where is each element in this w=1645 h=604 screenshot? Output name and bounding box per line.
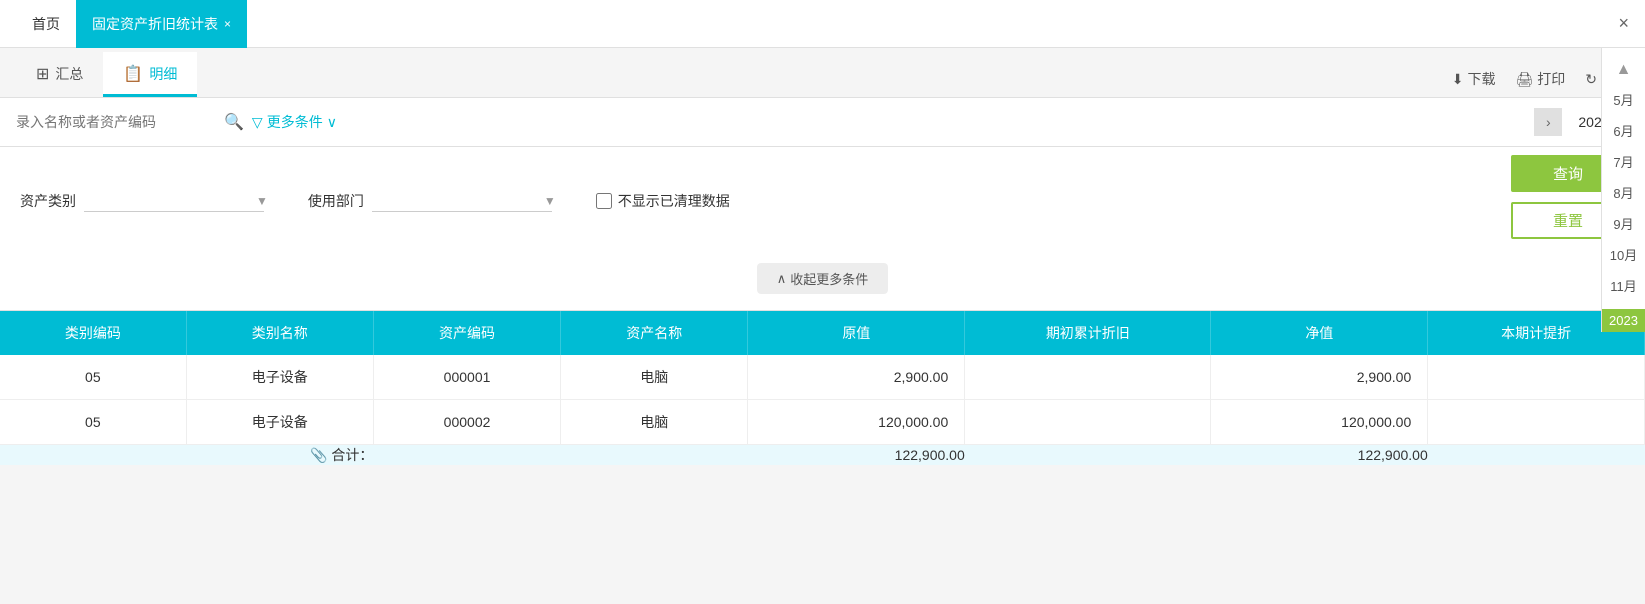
- col-category-code: 类别编码: [0, 311, 186, 355]
- window-close-button[interactable]: ×: [1618, 13, 1629, 34]
- sidebar-month-item[interactable]: 5月: [1610, 84, 1637, 115]
- tab-close-icon[interactable]: ×: [224, 17, 231, 31]
- sidebar-month-item[interactable]: 6月: [1610, 115, 1637, 146]
- no-cleared-checkbox[interactable]: [596, 193, 612, 209]
- department-input[interactable]: [372, 191, 552, 212]
- table-row: 05 电子设备 000001 电脑 2,900.00 2,900.00: [0, 355, 1645, 400]
- right-sidebar: ▲ 5月6月7月8月9月10月11月12月 2023: [1601, 48, 1645, 332]
- cell-asset-name: 电脑: [561, 355, 748, 400]
- active-tab[interactable]: 固定资产折旧统计表 ×: [76, 0, 247, 48]
- sidebar-month-item[interactable]: 11月: [1610, 270, 1637, 301]
- tab-summary-label: 汇总: [55, 64, 83, 84]
- top-nav: 首页 固定资产折旧统计表 × ×: [0, 0, 1645, 48]
- footer-period-depreciation: [1428, 445, 1645, 466]
- no-cleared-group: 不显示已清理数据: [596, 191, 730, 211]
- footer-original-value: 122,900.00: [748, 445, 965, 466]
- cell-net-value: 2,900.00: [1211, 355, 1428, 400]
- print-icon: 🖨: [1515, 71, 1533, 88]
- filter-icon: ▽: [252, 114, 263, 131]
- cell-period-depreciation: [1428, 355, 1645, 400]
- cell-net-value: 120,000.00: [1211, 400, 1428, 445]
- total-icon: 📎: [310, 447, 327, 463]
- more-filter-button[interactable]: ▽ 更多条件 ∨: [252, 112, 337, 132]
- department-label: 使用部门: [308, 191, 364, 211]
- sidebar-month-item[interactable]: 7月: [1610, 146, 1637, 177]
- department-field: 使用部门 ▼: [308, 191, 556, 212]
- tab-label: 固定资产折旧统计表: [92, 14, 218, 34]
- cell-initial-depreciation: [965, 355, 1211, 400]
- table-row: 05 电子设备 000002 电脑 120,000.00 120,000.00: [0, 400, 1645, 445]
- print-label: 打印: [1537, 69, 1565, 89]
- collapse-icon: ∧: [777, 271, 787, 287]
- col-net-value: 净值: [1211, 311, 1428, 355]
- download-button[interactable]: ⬇ 下载: [1452, 69, 1496, 89]
- print-button[interactable]: 🖨 打印: [1515, 69, 1565, 89]
- col-initial-depreciation: 期初累计折旧: [965, 311, 1211, 355]
- data-table: 类别编码 类别名称 资产编码 资产名称 原值 期初累计折旧 净值 本期计提折 0…: [0, 311, 1645, 465]
- tab-summary[interactable]: ⊞ 汇总: [16, 52, 103, 97]
- table-footer-row: 📎 合计： 122,900.00 122,900.00: [0, 445, 1645, 466]
- footer-net-value: 122,900.00: [1211, 445, 1428, 466]
- data-table-wrapper: 类别编码 类别名称 资产编码 资产名称 原值 期初累计折旧 净值 本期计提折 0…: [0, 311, 1645, 465]
- summary-icon: ⊞: [36, 64, 49, 84]
- sidebar-month-item[interactable]: 10月: [1610, 239, 1637, 270]
- cell-original-value: 2,900.00: [748, 355, 965, 400]
- cell-asset-code: 000002: [373, 400, 560, 445]
- nav-right-button[interactable]: ›: [1534, 108, 1562, 136]
- no-cleared-label: 不显示已清理数据: [618, 191, 730, 211]
- tab-detail-label: 明细: [149, 64, 177, 84]
- cell-category-name: 电子设备: [186, 355, 373, 400]
- footer-initial-depreciation: [965, 445, 1211, 466]
- cell-original-value: 120,000.00: [748, 400, 965, 445]
- col-category-name: 类别名称: [186, 311, 373, 355]
- asset-type-label: 资产类别: [20, 191, 76, 211]
- cell-period-depreciation: [1428, 400, 1645, 445]
- collapse-button[interactable]: ∧ 收起更多条件: [757, 263, 889, 294]
- download-label: 下载: [1467, 69, 1495, 89]
- sidebar-month-item[interactable]: 8月: [1610, 177, 1637, 208]
- cell-asset-name: 电脑: [561, 400, 748, 445]
- cell-asset-code: 000001: [373, 355, 560, 400]
- col-asset-name: 资产名称: [561, 311, 748, 355]
- tab-detail[interactable]: 📋 明细: [103, 52, 197, 97]
- sidebar-month-item[interactable]: 9月: [1610, 208, 1637, 239]
- download-icon: ⬇: [1452, 71, 1464, 88]
- asset-type-field: 资产类别 ▼: [20, 191, 268, 212]
- col-asset-code: 资产编码: [373, 311, 560, 355]
- collapse-label: 收起更多条件: [790, 269, 868, 288]
- search-input[interactable]: [16, 114, 216, 130]
- cell-category-code: 05: [0, 400, 186, 445]
- cell-initial-depreciation: [965, 400, 1211, 445]
- toolbar-tabs: ⊞ 汇总 📋 明细 ⬇ 下载 🖨 打印 ↻ 刷新: [0, 48, 1645, 98]
- chevron-down-icon: ∨: [327, 114, 337, 131]
- home-tab[interactable]: 首页: [16, 14, 76, 34]
- filter-row: 资产类别 ▼ 使用部门 ▼ 不显示已清理数据 查询 重置: [20, 163, 1625, 239]
- cell-category-name: 电子设备: [186, 400, 373, 445]
- collapse-bar: ∧ 收起更多条件: [20, 255, 1625, 294]
- asset-type-input[interactable]: [84, 191, 264, 212]
- footer-asset-name: [561, 445, 748, 466]
- search-icon: 🔍: [224, 112, 244, 132]
- cell-category-code: 05: [0, 355, 186, 400]
- filter-label: 更多条件: [267, 112, 323, 132]
- detail-icon: 📋: [123, 64, 143, 84]
- filter-panel: 资产类别 ▼ 使用部门 ▼ 不显示已清理数据 查询 重置 ∧ 收起更多条件: [0, 147, 1645, 311]
- footer-total-label: 📎 合计：: [0, 445, 373, 466]
- footer-asset-code: [373, 445, 560, 466]
- sidebar-scroll-up-button[interactable]: ▲: [1606, 56, 1642, 84]
- year-badge: 2023: [1602, 309, 1645, 332]
- search-bar: 🔍 ▽ 更多条件 ∨ › 2023.01: [0, 98, 1645, 147]
- col-original-value: 原值: [748, 311, 965, 355]
- table-header-row: 类别编码 类别名称 资产编码 资产名称 原值 期初累计折旧 净值 本期计提折: [0, 311, 1645, 355]
- refresh-icon: ↻: [1585, 71, 1597, 88]
